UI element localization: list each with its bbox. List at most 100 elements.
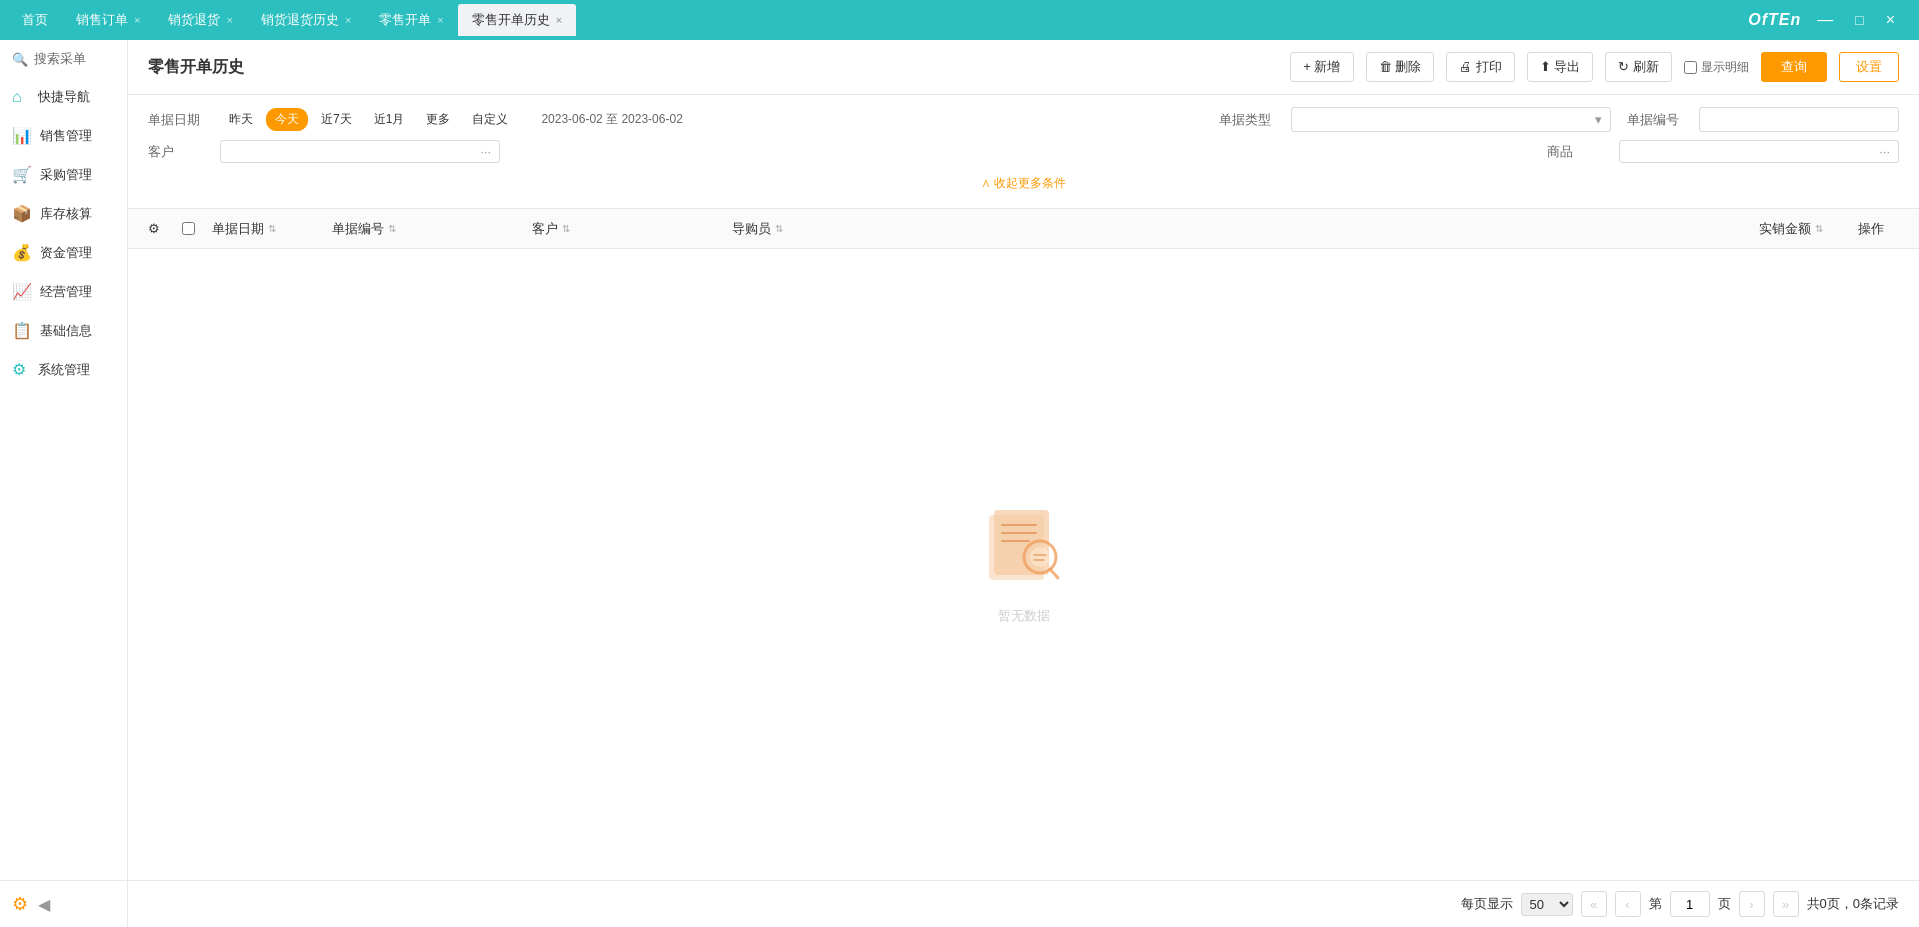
window-close-btn[interactable]: × — [1880, 11, 1901, 29]
finance-icon: 💰 — [12, 243, 32, 262]
th-check[interactable] — [172, 222, 204, 235]
tab-retail-open-history-close[interactable]: × — [556, 14, 562, 26]
goods-filter-label: 商品 — [1547, 143, 1603, 161]
first-page-btn[interactable]: « — [1581, 891, 1607, 917]
th-date[interactable]: 单据日期 ⇅ — [204, 220, 324, 238]
table-setting-icon[interactable]: ⚙ — [148, 221, 160, 236]
display-detail-checkbox[interactable]: 显示明细 — [1684, 59, 1749, 76]
sidebar-search[interactable]: 🔍 搜索采单 — [0, 40, 127, 78]
pagination: 每页显示 50 10 20 100 « ‹ 第 页 › » 共0页，0条记录 — [128, 880, 1919, 927]
empty-text: 暂无数据 — [998, 607, 1050, 625]
tab-sales-return-history-close[interactable]: × — [345, 14, 351, 26]
type-select-dropdown-icon: ▾ — [1595, 112, 1602, 127]
sidebar-item-finance[interactable]: 💰 资金管理 — [0, 233, 127, 272]
sidebar-item-inventory-label: 库存核算 — [40, 205, 92, 223]
collapse-filter-label: ∧ 收起更多条件 — [981, 175, 1066, 192]
tab-retail-open-history-label: 零售开单历史 — [472, 11, 550, 29]
th-amount[interactable]: 实销金额 ⇅ — [844, 220, 1831, 238]
tab-retail-open-history[interactable]: 零售开单历史 × — [458, 4, 576, 36]
filter-area: 单据日期 昨天 今天 近7天 近1月 更多 自定义 2023-06-02 至 2… — [128, 95, 1919, 209]
search-icon: 🔍 — [12, 52, 28, 67]
goods-dots[interactable]: ··· — [1879, 144, 1890, 159]
page-input[interactable] — [1670, 891, 1710, 917]
settings-icon[interactable]: ⚙ — [12, 893, 28, 915]
th-guide-label: 导购员 — [732, 220, 771, 238]
tab-retail-open-close[interactable]: × — [437, 14, 443, 26]
print-button[interactable]: 🖨 打印 — [1446, 52, 1515, 82]
sidebar-item-basic[interactable]: 📋 基础信息 — [0, 311, 127, 350]
svg-line-7 — [1050, 569, 1058, 578]
date-btn-1month[interactable]: 近1月 — [365, 108, 414, 131]
sidebar-item-inventory[interactable]: 📦 库存核算 — [0, 194, 127, 233]
goods-input-placeholder — [1628, 144, 1875, 159]
date-range-display: 2023-06-02 至 2023-06-02 — [541, 111, 682, 128]
type-filter-select[interactable]: ▾ — [1291, 107, 1611, 132]
date-btn-7days[interactable]: 近7天 — [312, 108, 361, 131]
number-filter-input[interactable] — [1699, 107, 1899, 132]
sales-icon: 📊 — [12, 126, 32, 145]
refresh-button[interactable]: ↻ 刷新 — [1605, 52, 1672, 82]
th-no[interactable]: 单据编号 ⇅ — [324, 220, 524, 238]
tab-home[interactable]: 首页 — [8, 4, 62, 36]
customer-dots[interactable]: ··· — [480, 144, 491, 159]
display-detail-input[interactable] — [1684, 61, 1697, 74]
sidebar-item-purchase[interactable]: 🛒 采购管理 — [0, 155, 127, 194]
sidebar: 🔍 搜索采单 ⌂ 快捷导航 📊 销售管理 🛒 采购管理 📦 库存核算 💰 资金管… — [0, 40, 128, 927]
customer-input-placeholder — [229, 144, 476, 159]
collapse-sidebar-icon[interactable]: ◀ — [38, 895, 50, 914]
add-button[interactable]: + 新增 — [1290, 52, 1353, 82]
tab-retail-open[interactable]: 零售开单 × — [365, 4, 457, 36]
setting-button[interactable]: 设置 — [1839, 52, 1899, 82]
sidebar-item-finance-label: 资金管理 — [40, 244, 92, 262]
th-customer[interactable]: 客户 ⇅ — [524, 220, 724, 238]
query-button[interactable]: 查询 — [1761, 52, 1827, 82]
customer-filter-label: 客户 — [148, 143, 204, 161]
page-header: 零售开单历史 + 新增 🗑 删除 🖨 打印 ⬆ 导出 ↻ 刷新 显示明细 查询 … — [128, 40, 1919, 95]
sidebar-item-quick-nav[interactable]: ⌂ 快捷导航 — [0, 78, 127, 116]
delete-button[interactable]: 🗑 删除 — [1366, 52, 1435, 82]
main-layout: 🔍 搜索采单 ⌂ 快捷导航 📊 销售管理 🛒 采购管理 📦 库存核算 💰 资金管… — [0, 40, 1919, 927]
date-btn-more[interactable]: 更多 — [417, 108, 459, 131]
sidebar-item-purchase-label: 采购管理 — [40, 166, 92, 184]
date-btn-custom[interactable]: 自定义 — [463, 108, 517, 131]
sidebar-item-operation[interactable]: 📈 经营管理 — [0, 272, 127, 311]
tab-sales-order[interactable]: 销售订单 × — [62, 4, 154, 36]
purchase-icon: 🛒 — [12, 165, 32, 184]
prev-page-btn[interactable]: ‹ — [1615, 891, 1641, 917]
number-filter-label: 单据编号 — [1627, 111, 1683, 129]
tab-sales-return-close[interactable]: × — [226, 14, 232, 26]
customer-filter-input[interactable]: ··· — [220, 140, 500, 163]
goods-filter-input[interactable]: ··· — [1619, 140, 1899, 163]
tab-sales-return[interactable]: 销货退货 × — [154, 4, 246, 36]
sidebar-item-sales[interactable]: 📊 销售管理 — [0, 116, 127, 155]
tab-sales-return-label: 销货退货 — [168, 11, 220, 29]
th-no-label: 单据编号 — [332, 220, 384, 238]
th-guide[interactable]: 导购员 ⇅ — [724, 220, 844, 238]
last-page-btn[interactable]: » — [1773, 891, 1799, 917]
empty-state: 暂无数据 — [128, 249, 1919, 880]
th-action-label: 操作 — [1858, 220, 1884, 238]
sidebar-item-basic-label: 基础信息 — [40, 322, 92, 340]
select-all-checkbox[interactable] — [182, 222, 195, 235]
sidebar-bottom: ⚙ ◀ — [0, 880, 127, 927]
tab-sales-order-label: 销售订单 — [76, 11, 128, 29]
date-btn-today[interactable]: 今天 — [266, 108, 308, 131]
inventory-icon: 📦 — [12, 204, 32, 223]
per-page-select[interactable]: 50 10 20 100 — [1521, 893, 1573, 916]
window-max-btn[interactable]: □ — [1849, 12, 1869, 28]
sidebar-item-operation-label: 经营管理 — [40, 283, 92, 301]
th-amount-label: 实销金额 — [1759, 220, 1811, 238]
sidebar-item-system[interactable]: ⚙ 系统管理 — [0, 350, 127, 389]
th-amount-sort-icon: ⇅ — [1815, 223, 1823, 234]
content-area: 零售开单历史 + 新增 🗑 删除 🖨 打印 ⬆ 导出 ↻ 刷新 显示明细 查询 … — [128, 40, 1919, 927]
window-min-btn[interactable]: — — [1811, 11, 1839, 29]
sidebar-item-sales-label: 销售管理 — [40, 127, 92, 145]
tab-sales-return-history[interactable]: 销货退货历史 × — [247, 4, 365, 36]
tab-sales-order-close[interactable]: × — [134, 14, 140, 26]
date-btn-yesterday[interactable]: 昨天 — [220, 108, 262, 131]
collapse-filter-btn[interactable]: ∧ 收起更多条件 — [148, 171, 1899, 196]
th-setting[interactable]: ⚙ — [136, 221, 172, 236]
export-button[interactable]: ⬆ 导出 — [1527, 52, 1594, 82]
next-page-btn[interactable]: › — [1739, 891, 1765, 917]
th-customer-label: 客户 — [532, 220, 558, 238]
